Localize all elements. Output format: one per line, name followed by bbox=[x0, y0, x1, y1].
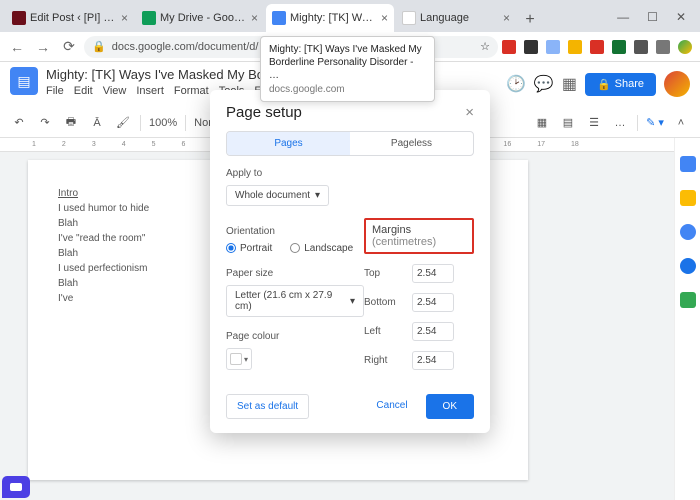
puzzle-icon[interactable] bbox=[656, 40, 670, 54]
star-icon[interactable]: ☆ bbox=[480, 40, 490, 53]
new-tab-button[interactable]: + bbox=[518, 8, 542, 32]
margin-bottom-input[interactable] bbox=[412, 293, 454, 312]
tab-label: Mighty: [TK] Ways… bbox=[290, 12, 377, 24]
apply-to-dropdown[interactable]: Whole document ▾ bbox=[226, 185, 329, 206]
ext-icon[interactable] bbox=[502, 40, 516, 54]
ext-icon[interactable] bbox=[590, 40, 604, 54]
ext-icon[interactable] bbox=[546, 40, 560, 54]
page-setup-dialog: Page setup × Pages Pageless Apply to Who… bbox=[210, 90, 490, 433]
tab-label: My Drive - Google … bbox=[160, 12, 247, 24]
reload-button[interactable]: ⟳ bbox=[58, 36, 80, 58]
lock-icon: 🔒 bbox=[92, 40, 106, 53]
browser-tab-3[interactable]: Language × bbox=[396, 4, 516, 32]
favicon bbox=[12, 11, 26, 25]
margin-right-label: Right bbox=[364, 355, 406, 366]
tab-pages[interactable]: Pages bbox=[227, 132, 350, 155]
radio-landscape[interactable]: Landscape bbox=[290, 243, 353, 254]
favicon bbox=[142, 11, 156, 25]
margin-left-input[interactable] bbox=[412, 322, 454, 341]
close-button[interactable]: ✕ bbox=[676, 10, 686, 24]
close-icon[interactable]: × bbox=[465, 104, 474, 121]
close-icon[interactable]: × bbox=[503, 11, 510, 25]
radio-portrait[interactable]: Portrait bbox=[226, 243, 272, 254]
chevron-down-icon: ▾ bbox=[315, 190, 320, 201]
close-icon[interactable]: × bbox=[251, 11, 258, 25]
radio-icon bbox=[290, 243, 300, 253]
maximize-button[interactable]: ☐ bbox=[647, 10, 658, 24]
margin-top-input[interactable] bbox=[412, 264, 454, 283]
margins-label: Margins bbox=[372, 224, 411, 236]
chevron-down-icon: ▾ bbox=[350, 296, 355, 307]
dropdown-value: Letter (21.6 cm x 27.9 cm) bbox=[235, 290, 345, 312]
margin-top-label: Top bbox=[364, 268, 406, 279]
dialog-tabs: Pages Pageless bbox=[226, 131, 474, 156]
close-icon[interactable]: × bbox=[381, 11, 388, 25]
radio-icon bbox=[226, 243, 236, 253]
paper-size-dropdown[interactable]: Letter (21.6 cm x 27.9 cm) ▾ bbox=[226, 285, 364, 317]
margins-header-highlight: Margins (centimetres) bbox=[364, 218, 474, 254]
window-controls: — ☐ ✕ bbox=[617, 10, 700, 32]
close-icon[interactable]: × bbox=[121, 11, 128, 25]
tooltip-domain: docs.google.com bbox=[269, 84, 426, 95]
chevron-down-icon: ▾ bbox=[244, 355, 248, 364]
margins-unit: (centimetres) bbox=[372, 236, 436, 248]
profile-avatar[interactable] bbox=[678, 40, 692, 54]
tab-label: Language bbox=[420, 12, 499, 24]
favicon bbox=[272, 11, 286, 25]
margin-right-input[interactable] bbox=[412, 351, 454, 370]
colour-swatch bbox=[230, 353, 242, 365]
extensions bbox=[502, 40, 694, 54]
ext-icon[interactable] bbox=[568, 40, 582, 54]
browser-tab-0[interactable]: Edit Post ‹ [PI] How × bbox=[6, 4, 134, 32]
back-button[interactable]: ← bbox=[6, 36, 28, 58]
set-as-default-button[interactable]: Set as default bbox=[226, 394, 309, 419]
dropdown-value: Whole document bbox=[235, 190, 310, 201]
url-text: docs.google.com/document/d/ bbox=[112, 41, 259, 53]
orientation-label: Orientation bbox=[226, 226, 364, 237]
cancel-button[interactable]: Cancel bbox=[366, 394, 417, 419]
page-colour-label: Page colour bbox=[226, 331, 364, 342]
margin-bottom-label: Bottom bbox=[364, 297, 406, 308]
modal-overlay: Page setup × Pages Pageless Apply to Who… bbox=[0, 60, 700, 500]
ext-icon[interactable] bbox=[612, 40, 626, 54]
paper-size-label: Paper size bbox=[226, 268, 364, 279]
page-colour-button[interactable]: ▾ bbox=[226, 348, 252, 370]
tab-label: Edit Post ‹ [PI] How bbox=[30, 12, 117, 24]
tooltip-title: Mighty: [TK] Ways I've Masked My Borderl… bbox=[269, 43, 426, 82]
minimize-button[interactable]: — bbox=[617, 10, 629, 24]
favicon bbox=[402, 11, 416, 25]
tab-pageless[interactable]: Pageless bbox=[350, 132, 473, 155]
apply-to-label: Apply to bbox=[226, 168, 474, 179]
dialog-title: Page setup bbox=[226, 104, 302, 121]
forward-button[interactable]: → bbox=[32, 36, 54, 58]
ok-button[interactable]: OK bbox=[426, 394, 474, 419]
browser-tabstrip: Edit Post ‹ [PI] How × My Drive - Google… bbox=[0, 0, 700, 32]
browser-tab-2[interactable]: Mighty: [TK] Ways… × bbox=[266, 4, 394, 32]
browser-tab-1[interactable]: My Drive - Google … × bbox=[136, 4, 264, 32]
ext-icon[interactable] bbox=[634, 40, 648, 54]
tab-tooltip: Mighty: [TK] Ways I've Masked My Borderl… bbox=[260, 36, 435, 102]
margin-left-label: Left bbox=[364, 326, 406, 337]
ext-icon[interactable] bbox=[524, 40, 538, 54]
